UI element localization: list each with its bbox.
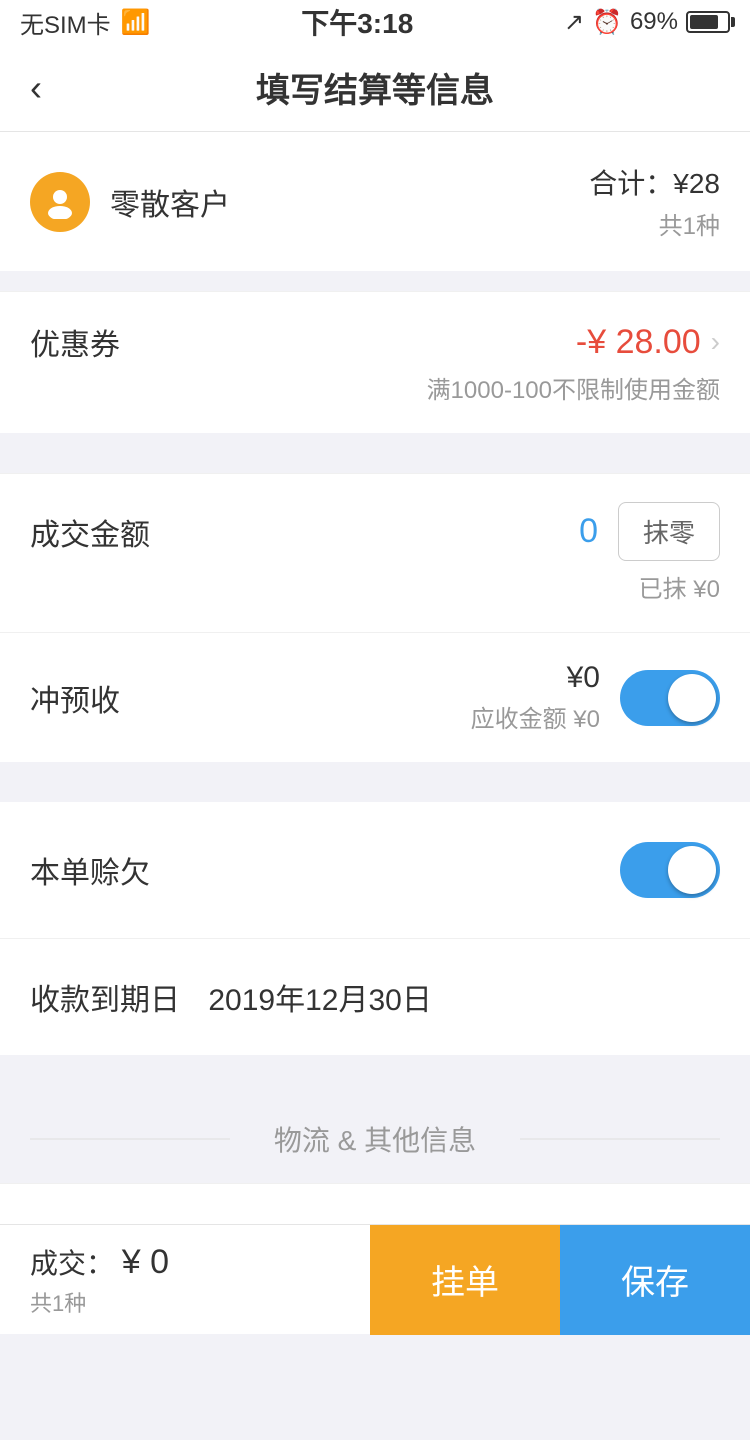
logistics-header: 物流 & 其他信息 <box>0 1095 750 1183</box>
status-right: ↗ ⏰ 69% <box>564 8 730 37</box>
prepaid-amount: ¥0 应收金额 ¥0 <box>471 661 600 734</box>
date-row: 收款到期日 2019年12月30日 <box>0 938 750 1055</box>
section-divider-1 <box>0 453 750 473</box>
prepaid-right: ¥0 应收金额 ¥0 <box>471 661 720 734</box>
prepaid-label: 冲预收 <box>30 676 120 720</box>
battery-icon <box>686 11 730 33</box>
logistics-label: 物流 & 其他信息 <box>274 1125 476 1156</box>
transaction-card: 成交金额 0 抹零 已抹 ¥0 冲预收 ¥0 应收金额 ¥0 <box>0 473 750 762</box>
debt-card: 本单赊欠 收款到期日 2019年12月30日 <box>0 802 750 1055</box>
customer-left: 零散客户 <box>30 172 230 232</box>
coupon-sub: 满1000-100不限制使用金额 <box>427 377 720 404</box>
coupon-card: 优惠券 -¥ 28.00 › 满1000-100不限制使用金额 <box>0 291 750 433</box>
save-button[interactable]: 保存 <box>560 1225 750 1335</box>
battery-percent: 69% <box>630 8 678 36</box>
debt-row: 本单赊欠 <box>0 802 750 938</box>
prepaid-toggle[interactable] <box>620 670 720 726</box>
bottom-transaction-amount: ¥ 0 <box>122 1243 169 1281</box>
coupon-value: -¥ 28.00 <box>576 323 701 362</box>
total-label: 合计：¥28 <box>589 162 720 202</box>
location-icon: ↗ <box>564 8 584 37</box>
transaction-row: 成交金额 0 抹零 已抹 ¥0 <box>0 473 750 632</box>
bottom-transaction-count: 共1种 <box>30 1286 340 1318</box>
avatar <box>30 172 90 232</box>
back-button[interactable]: ‹ <box>20 57 52 119</box>
prepaid-value: ¥0 <box>471 661 600 695</box>
status-time: 下午3:18 <box>301 2 413 42</box>
wifi-icon: 📶 <box>121 8 151 37</box>
due-date-label: 收款到期日 <box>30 984 180 1017</box>
debt-toggle[interactable] <box>620 842 720 898</box>
page-title: 填写结算等信息 <box>256 63 494 112</box>
chevron-right-icon: › <box>711 326 720 358</box>
coupon-label: 优惠券 <box>30 320 120 364</box>
customer-summary: 合计：¥28 共1种 <box>589 162 720 241</box>
round-button[interactable]: 抹零 <box>618 502 720 561</box>
bottom-transaction-label: 成交： <box>30 1248 114 1279</box>
customer-row: 零散客户 合计：¥28 共1种 <box>0 132 750 271</box>
prepaid-sub: 应收金额 ¥0 <box>471 699 600 734</box>
bottom-bar: 成交： ¥ 0 共1种 挂单 保存 <box>0 1224 750 1334</box>
hold-button[interactable]: 挂单 <box>370 1225 560 1335</box>
total-count: 共1种 <box>589 206 720 241</box>
status-left: 无SIM卡 📶 <box>20 5 151 40</box>
coupon-bottom: 满1000-100不限制使用金额 <box>30 370 720 405</box>
coupon-top: 优惠券 -¥ 28.00 › <box>30 320 720 364</box>
nav-bar: ‹ 填写结算等信息 <box>0 44 750 132</box>
debt-toggle-knob <box>668 846 716 894</box>
alarm-icon: ⏰ <box>592 8 622 37</box>
prepaid-row: 冲预收 ¥0 应收金额 ¥0 <box>0 632 750 762</box>
debt-label: 本单赊欠 <box>30 848 150 892</box>
due-date-value[interactable]: 2019年12月30日 <box>208 984 431 1017</box>
customer-name: 零散客户 <box>110 180 230 224</box>
transaction-value[interactable]: 0 <box>579 512 598 551</box>
section-divider-2 <box>0 782 750 802</box>
bottom-info: 成交： ¥ 0 共1种 <box>0 1242 370 1318</box>
status-bar: 无SIM卡 📶 下午3:18 ↗ ⏰ 69% <box>0 0 750 44</box>
sim-status: 无SIM卡 <box>20 5 111 40</box>
transaction-top: 成交金额 0 抹零 <box>30 502 720 561</box>
toggle-knob <box>668 674 716 722</box>
coupon-row[interactable]: 优惠券 -¥ 28.00 › 满1000-100不限制使用金额 <box>0 291 750 433</box>
amount-input-area: 0 抹零 <box>579 502 720 561</box>
transaction-sub: 已抹 ¥0 <box>30 569 720 604</box>
bottom-transaction-row: 成交： ¥ 0 <box>30 1242 340 1282</box>
transaction-label: 成交金额 <box>30 510 150 554</box>
section-divider-3 <box>0 1075 750 1095</box>
customer-card: 零散客户 合计：¥28 共1种 <box>0 132 750 271</box>
